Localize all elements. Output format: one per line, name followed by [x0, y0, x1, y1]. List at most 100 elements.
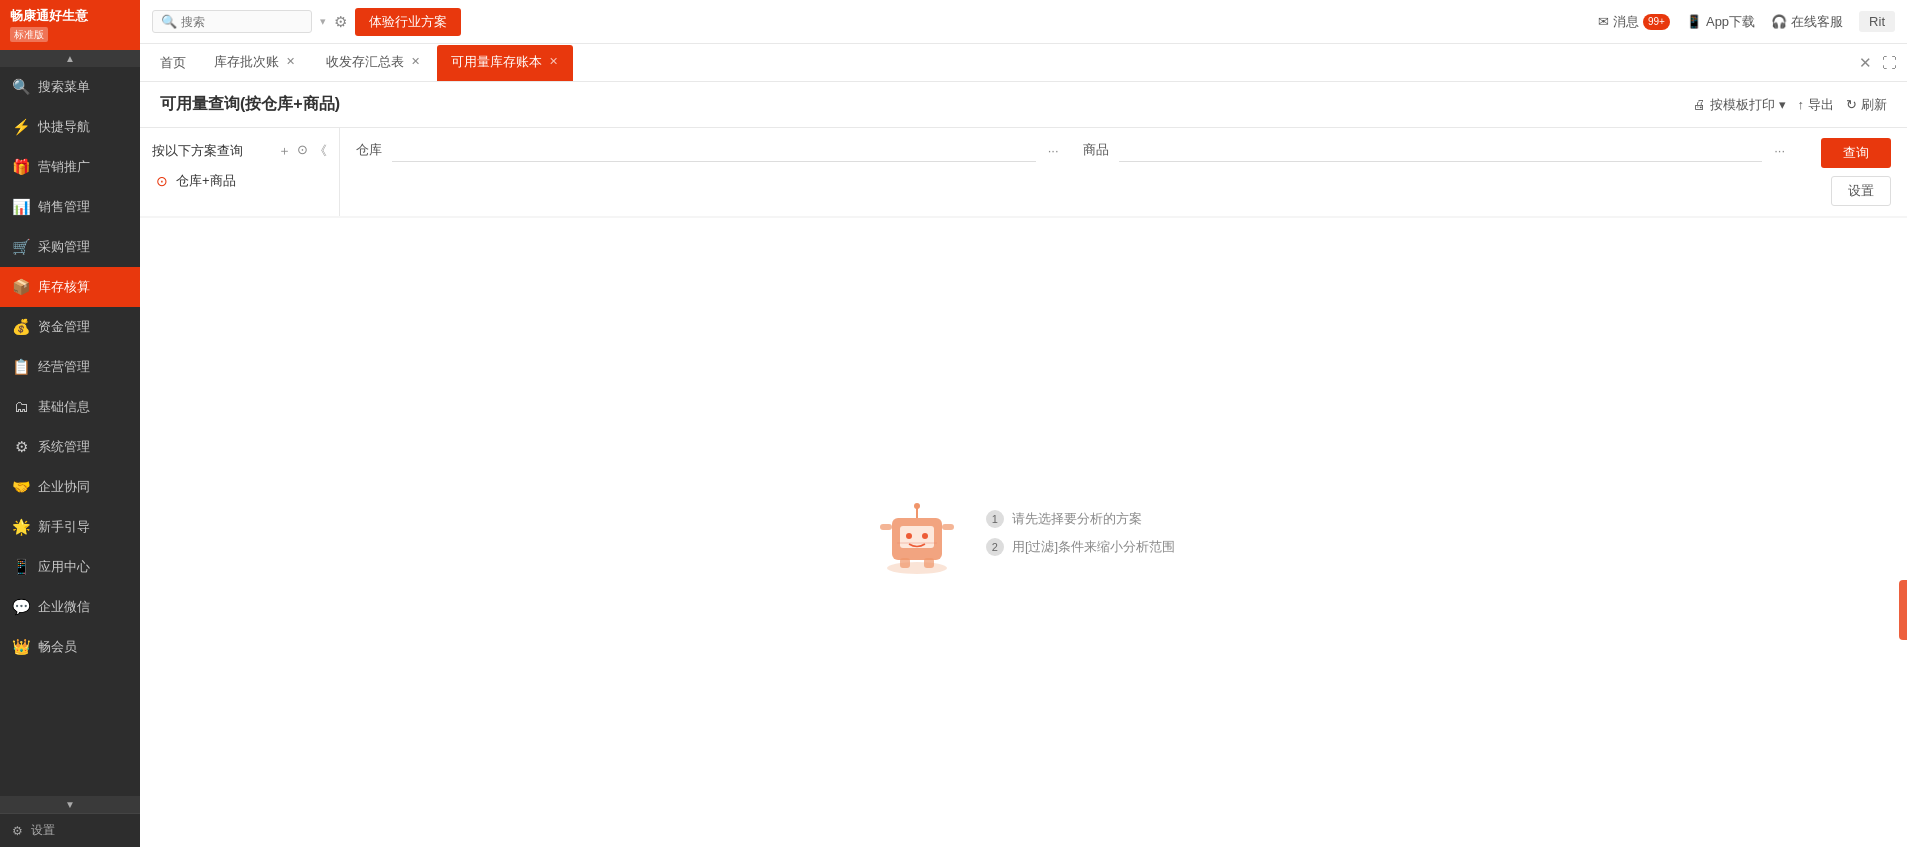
sidebar-item-label: 销售管理 — [38, 198, 90, 216]
warehouse-filter-field: 仓库 ··· — [356, 138, 1063, 162]
tabs-right-controls: ✕ ⛶ — [1857, 52, 1899, 74]
sidebar-item-enterprise[interactable]: 🤝 企业协同 — [0, 467, 140, 507]
query-button-area: 查询 设置 — [1805, 128, 1907, 216]
scheme-panel: 按以下方案查询 ＋ ⊙ 《 ⊙ 仓库+商品 — [140, 128, 340, 216]
topbar-search-icon: 🔍 — [161, 14, 177, 29]
money-icon: 💰 — [12, 318, 30, 336]
sidebar-nav: 🔍 搜索菜单 ⚡ 快捷导航 🎁 营销推广 📊 销售管理 🛒 采购管理 📦 库存核… — [0, 67, 140, 796]
search-icon: 🔍 — [12, 78, 30, 96]
page-header: 可用量查询(按仓库+商品) 🖨 按模板打印 ▾ ↑ 导出 ↻ 刷新 — [140, 82, 1907, 128]
sidebar-scroll-up[interactable]: ▲ — [0, 50, 140, 67]
message-icon: ✉ — [1598, 14, 1609, 29]
message-label: 消息 — [1613, 13, 1639, 31]
star-icon: 🌟 — [12, 518, 30, 536]
query-button[interactable]: 查询 — [1821, 138, 1891, 168]
empty-robot-illustration — [872, 488, 962, 578]
sidebar-item-inventory[interactable]: 📦 库存核算 — [0, 267, 140, 307]
tab-available-stock[interactable]: 可用量库存账本 ✕ — [437, 45, 573, 81]
warehouse-input[interactable] — [392, 138, 1036, 162]
settings-icon: ⚙ — [12, 824, 23, 838]
tab-close-icon[interactable]: ✕ — [548, 54, 559, 69]
topbar-search-input[interactable] — [181, 15, 281, 29]
refresh-button[interactable]: ↻ 刷新 — [1846, 96, 1887, 114]
expand-tab-button[interactable]: ⛶ — [1880, 52, 1899, 73]
message-button[interactable]: ✉ 消息 99+ — [1598, 13, 1670, 31]
page-content: 可用量查询(按仓库+商品) 🖨 按模板打印 ▾ ↑ 导出 ↻ 刷新 — [140, 82, 1907, 847]
print-icon: 🖨 — [1693, 97, 1706, 112]
settings-button[interactable]: 设置 — [1831, 176, 1891, 206]
filter-area: 仓库 ··· 商品 ··· — [340, 128, 1805, 172]
gift-icon: 🎁 — [12, 158, 30, 176]
sidebar-item-basic[interactable]: 🗂 基础信息 — [0, 387, 140, 427]
sidebar-item-sales[interactable]: 📊 销售管理 — [0, 187, 140, 227]
tab-close-icon[interactable]: ✕ — [410, 54, 421, 69]
sidebar-item-finance[interactable]: 💰 资金管理 — [0, 307, 140, 347]
topbar-actions: ✉ 消息 99+ 📱 App下载 🎧 在线客服 Rit — [1598, 11, 1895, 32]
scheme-panel-title: 按以下方案查询 — [152, 142, 243, 160]
sidebar-item-label: 应用中心 — [38, 558, 90, 576]
collapse-scheme-icon[interactable]: 《 — [314, 142, 327, 160]
tip-text-2: 用[过滤]条件来缩小分析范围 — [1012, 538, 1175, 556]
chart-icon: 📊 — [12, 198, 30, 216]
svg-rect-7 — [880, 524, 892, 530]
sidebar-item-label: 企业微信 — [38, 598, 90, 616]
tab-stock-summary[interactable]: 收发存汇总表 ✕ — [312, 45, 435, 81]
tab-batch-account[interactable]: 库存批次账 ✕ — [200, 45, 310, 81]
close-tab-button[interactable]: ✕ — [1857, 52, 1874, 74]
query-section: 按以下方案查询 ＋ ⊙ 《 ⊙ 仓库+商品 仓库 — [140, 128, 1907, 216]
svg-point-4 — [922, 533, 928, 539]
svg-point-3 — [906, 533, 912, 539]
print-button[interactable]: 🖨 按模板打印 ▾ — [1693, 96, 1786, 114]
sidebar-item-label: 畅会员 — [38, 638, 77, 656]
add-scheme-icon[interactable]: ＋ — [278, 142, 291, 160]
tab-close-icon[interactable]: ✕ — [285, 54, 296, 69]
sidebar-item-wechat[interactable]: 💬 企业微信 — [0, 587, 140, 627]
handshake-icon: 🤝 — [12, 478, 30, 496]
chevron-down-icon[interactable]: ▾ — [1779, 97, 1786, 112]
sidebar-item-label: 搜索菜单 — [38, 78, 90, 96]
app-download-button[interactable]: 📱 App下载 — [1686, 13, 1755, 31]
filter-container: 仓库 ··· 商品 ··· 查询 设置 — [340, 128, 1907, 216]
product-label: 商品 — [1083, 141, 1111, 159]
page-title: 可用量查询(按仓库+商品) — [160, 94, 340, 115]
sidebar-item-purchase[interactable]: 🛒 采购管理 — [0, 227, 140, 267]
user-profile[interactable]: Rit — [1859, 11, 1895, 32]
online-service-button[interactable]: 🎧 在线客服 — [1771, 13, 1843, 31]
product-filter-field: 商品 ··· — [1083, 138, 1790, 162]
scheme-item-warehouse-product[interactable]: ⊙ 仓库+商品 — [140, 164, 339, 198]
right-scroll-indicator[interactable] — [1899, 580, 1907, 640]
user-name: Rit — [1869, 14, 1885, 29]
sidebar-bottom-item[interactable]: ⚙ 设置 — [0, 813, 140, 847]
scheme-panel-header: 按以下方案查询 ＋ ⊙ 《 — [140, 138, 339, 164]
sidebar-item-operations[interactable]: 📋 经营管理 — [0, 347, 140, 387]
warehouse-more-icon[interactable]: ··· — [1044, 143, 1063, 158]
sidebar-scroll-down[interactable]: ▼ — [0, 796, 140, 813]
sidebar-item-marketing[interactable]: 🎁 营销推广 — [0, 147, 140, 187]
empty-tips: 1 请先选择要分析的方案 2 用[过滤]条件来缩小分析范围 — [986, 510, 1175, 556]
export-button[interactable]: ↑ 导出 — [1798, 96, 1835, 114]
sidebar-item-vip[interactable]: 👑 畅会员 — [0, 627, 140, 667]
svg-point-6 — [914, 503, 920, 509]
topbar-chevron-icon[interactable]: ▾ — [320, 15, 326, 28]
product-more-icon[interactable]: ··· — [1770, 143, 1789, 158]
tip-number-2: 2 — [986, 538, 1004, 556]
topbar-gear-icon[interactable]: ⚙ — [334, 13, 347, 31]
sidebar-item-system[interactable]: ⚙ 系统管理 — [0, 427, 140, 467]
scheme-item-label: 仓库+商品 — [176, 172, 236, 190]
gear-icon: ⚙ — [12, 438, 30, 456]
product-input[interactable] — [1119, 138, 1763, 162]
sidebar-item-guide[interactable]: 🌟 新手引导 — [0, 507, 140, 547]
industry-solution-button[interactable]: 体验行业方案 — [355, 8, 461, 36]
tab-home[interactable]: 首页 — [148, 45, 198, 81]
page-header-actions: 🖨 按模板打印 ▾ ↑ 导出 ↻ 刷新 — [1693, 96, 1888, 114]
sidebar-item-apps[interactable]: 📱 应用中心 — [0, 547, 140, 587]
clipboard-icon: 📋 — [12, 358, 30, 376]
sidebar-item-shortcuts[interactable]: ⚡ 快捷导航 — [0, 107, 140, 147]
sidebar-item-search[interactable]: 🔍 搜索菜单 — [0, 67, 140, 107]
svg-rect-2 — [900, 526, 934, 548]
edit-scheme-icon[interactable]: ⊙ — [297, 142, 308, 160]
svg-rect-10 — [924, 558, 934, 568]
empty-state-content: 1 请先选择要分析的方案 2 用[过滤]条件来缩小分析范围 — [872, 488, 1175, 578]
topbar-search-box[interactable]: 🔍 — [152, 10, 312, 33]
online-service-label: 在线客服 — [1791, 13, 1843, 31]
